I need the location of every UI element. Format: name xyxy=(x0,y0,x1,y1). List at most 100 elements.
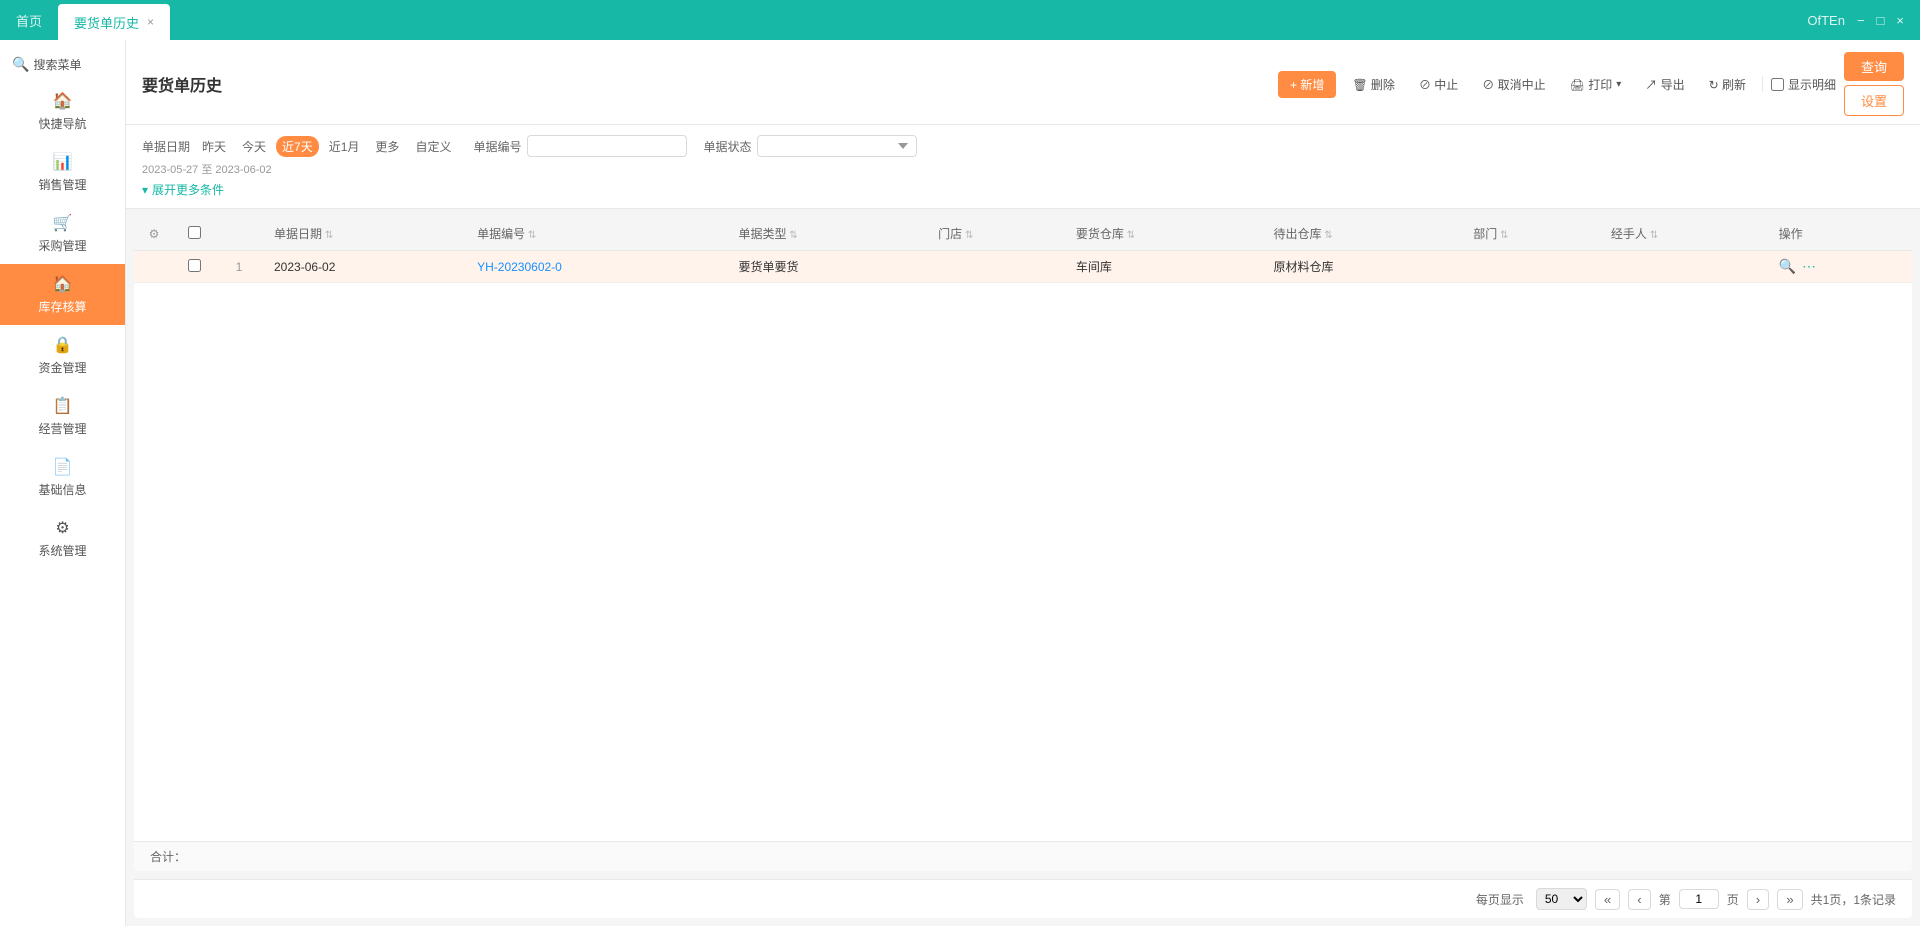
sales-icon: 📊 xyxy=(53,152,73,172)
table-footer: 合计： xyxy=(134,841,1912,871)
select-all-checkbox[interactable] xyxy=(188,226,201,239)
sidebar-item-finance[interactable]: 🔒 资金管理 xyxy=(0,325,125,386)
sidebar-item-system[interactable]: ⚙ 系统管理 xyxy=(0,508,125,569)
th-settings[interactable]: ⚙ xyxy=(134,217,174,251)
operations-icon: 📋 xyxy=(53,396,73,416)
maximize-btn[interactable]: □ xyxy=(1877,13,1885,28)
window-close-btn[interactable]: × xyxy=(1896,13,1904,28)
sidebar-item-sales[interactable]: 📊 销售管理 xyxy=(0,142,125,203)
doc-no-label: 单据编号 xyxy=(473,138,521,155)
summary-label: 合计： xyxy=(150,848,186,865)
row-store xyxy=(928,251,1066,283)
next-page-btn[interactable]: › xyxy=(1747,889,1769,910)
tab-home[interactable]: 首页 xyxy=(0,0,58,40)
per-page-select[interactable]: 50 20 100 200 xyxy=(1536,888,1587,910)
last-page-btn[interactable]: » xyxy=(1777,889,1802,910)
date-btn-1month[interactable]: 近1月 xyxy=(323,136,366,157)
date-range-text: 2023-05-27 至 2023-06-02 xyxy=(142,164,272,176)
delete-button[interactable]: 🗑 删除 xyxy=(1344,72,1403,97)
toolbar: + 新增 🗑 删除 ⊘ 中止 ⊘ 取消中止 🖨 打印 ▾ ↗ 导出 ↻ 刷新 显… xyxy=(1278,52,1904,116)
minimize-btn[interactable]: − xyxy=(1857,13,1865,28)
row-checkbox[interactable] xyxy=(188,259,201,272)
setting-button[interactable]: 设置 xyxy=(1844,85,1904,116)
row-view-icon[interactable]: 🔍 xyxy=(1779,258,1796,275)
row-actions: 🔍 ⋯ xyxy=(1769,251,1912,283)
date-btn-more[interactable]: 更多 xyxy=(369,136,405,157)
row-settings-icon[interactable] xyxy=(134,251,174,283)
status-filter: 单据状态 xyxy=(703,135,917,157)
date-btn-custom[interactable]: 自定义 xyxy=(409,136,457,157)
page-label: 第 xyxy=(1659,891,1671,908)
filter-bar: 单据日期 昨天 今天 近7天 近1月 更多 自定义 单据编号 单据状态 xyxy=(126,125,1920,209)
table-wrapper[interactable]: ⚙ 单据日期 单据编号 单据类型 门店 要货仓库 待出仓库 部门 xyxy=(134,217,1912,841)
th-doc-no[interactable]: 单据编号 xyxy=(467,217,728,251)
tab-close-icon[interactable]: × xyxy=(147,15,154,29)
date-btn-group: 昨天 今天 近7天 近1月 更多 自定义 xyxy=(196,136,457,157)
query-button[interactable]: 查询 xyxy=(1844,52,1904,81)
filter-second-row: 2023-05-27 至 2023-06-02 xyxy=(142,161,1904,177)
sidebar-item-purchase[interactable]: 🛒 采购管理 xyxy=(0,203,125,264)
th-req-warehouse[interactable]: 要货仓库 xyxy=(1066,217,1264,251)
often-label: OfTEn xyxy=(1807,13,1845,28)
row-more-icon[interactable]: ⋯ xyxy=(1802,258,1816,275)
first-page-btn[interactable]: « xyxy=(1595,889,1620,910)
row-checkbox-cell xyxy=(174,251,214,283)
status-select[interactable] xyxy=(757,135,917,157)
quick-nav-icon: 🏠 xyxy=(53,91,73,111)
th-doc-type[interactable]: 单据类型 xyxy=(728,217,928,251)
row-handler xyxy=(1601,251,1769,283)
basic-info-icon: 📄 xyxy=(53,457,73,477)
print-button[interactable]: 🖨 打印 ▾ xyxy=(1562,72,1630,97)
display-detail-checkbox-label[interactable]: 显示明细 xyxy=(1771,76,1836,93)
top-bar-right: OfTEn − □ × xyxy=(1807,13,1920,28)
row-doc-no: YH-20230602-0 xyxy=(467,251,728,283)
sidebar-search[interactable]: 🔍 搜索菜单 xyxy=(0,48,125,81)
sidebar-item-quick-nav[interactable]: 🏠 快捷导航 xyxy=(0,81,125,142)
th-date[interactable]: 单据日期 xyxy=(264,217,467,251)
display-detail-checkbox[interactable] xyxy=(1771,78,1784,91)
row-date: 2023-06-02 xyxy=(264,251,467,283)
sidebar-item-operations[interactable]: 📋 经营管理 xyxy=(0,386,125,447)
expand-more-icon: ▾ xyxy=(142,183,148,197)
th-action: 操作 xyxy=(1769,217,1912,251)
th-handler[interactable]: 经手人 xyxy=(1601,217,1769,251)
date-btn-7days[interactable]: 近7天 xyxy=(276,136,319,157)
doc-no-input[interactable] xyxy=(527,135,687,157)
row-num: 1 xyxy=(214,251,264,283)
th-store[interactable]: 门店 xyxy=(928,217,1066,251)
table-row: 1 2023-06-02 YH-20230602-0 要货单要货 车间库 原材料… xyxy=(134,251,1912,283)
date-filter-label: 单据日期 xyxy=(142,138,190,155)
per-page-label: 每页显示 xyxy=(1476,891,1524,908)
system-icon: ⚙ xyxy=(55,518,69,538)
toolbar-divider xyxy=(1762,76,1763,92)
doc-no-link[interactable]: YH-20230602-0 xyxy=(477,260,562,274)
summary-row: 合计： xyxy=(150,848,1896,865)
th-pending-warehouse[interactable]: 待出仓库 xyxy=(1264,217,1464,251)
prev-page-btn[interactable]: ‹ xyxy=(1628,889,1650,910)
page-title: 要货单历史 xyxy=(142,72,222,96)
search-icon: 🔍 xyxy=(12,56,29,73)
stop-button[interactable]: ⊘ 中止 xyxy=(1411,72,1466,97)
purchase-icon: 🛒 xyxy=(53,213,73,233)
tab-active[interactable]: 要货单历史 × xyxy=(58,4,170,40)
print-dropdown-icon: ▾ xyxy=(1616,79,1621,90)
content-area: 要货单历史 + 新增 🗑 删除 ⊘ 中止 ⊘ 取消中止 🖨 打印 ▾ ↗ 导出 … xyxy=(126,40,1920,926)
cancel-stop-button[interactable]: ⊘ 取消中止 xyxy=(1474,72,1553,97)
top-bar: 首页 要货单历史 × OfTEn − □ × xyxy=(0,0,1920,40)
row-req-warehouse: 车间库 xyxy=(1066,251,1264,283)
refresh-button[interactable]: ↻ 刷新 xyxy=(1701,72,1754,97)
page-title-bar: 要货单历史 + 新增 🗑 删除 ⊘ 中止 ⊘ 取消中止 🖨 打印 ▾ ↗ 导出 … xyxy=(142,52,1904,124)
inventory-icon: 🏠 xyxy=(53,274,73,294)
th-dept[interactable]: 部门 xyxy=(1463,217,1601,251)
expand-more-btn[interactable]: ▾ 展开更多条件 xyxy=(142,181,1904,198)
export-button[interactable]: ↗ 导出 xyxy=(1637,72,1692,97)
page-header: 要货单历史 + 新增 🗑 删除 ⊘ 中止 ⊘ 取消中止 🖨 打印 ▾ ↗ 导出 … xyxy=(126,40,1920,125)
date-btn-today[interactable]: 今天 xyxy=(236,136,272,157)
sidebar-item-inventory[interactable]: 🏠 库存核算 xyxy=(0,264,125,325)
new-button[interactable]: + 新增 xyxy=(1278,71,1336,98)
page-input[interactable] xyxy=(1679,889,1719,909)
finance-icon: 🔒 xyxy=(53,335,73,355)
date-btn-yesterday[interactable]: 昨天 xyxy=(196,136,232,157)
sidebar-item-basic-info[interactable]: 📄 基础信息 xyxy=(0,447,125,508)
date-filter: 单据日期 昨天 今天 近7天 近1月 更多 自定义 xyxy=(142,136,457,157)
